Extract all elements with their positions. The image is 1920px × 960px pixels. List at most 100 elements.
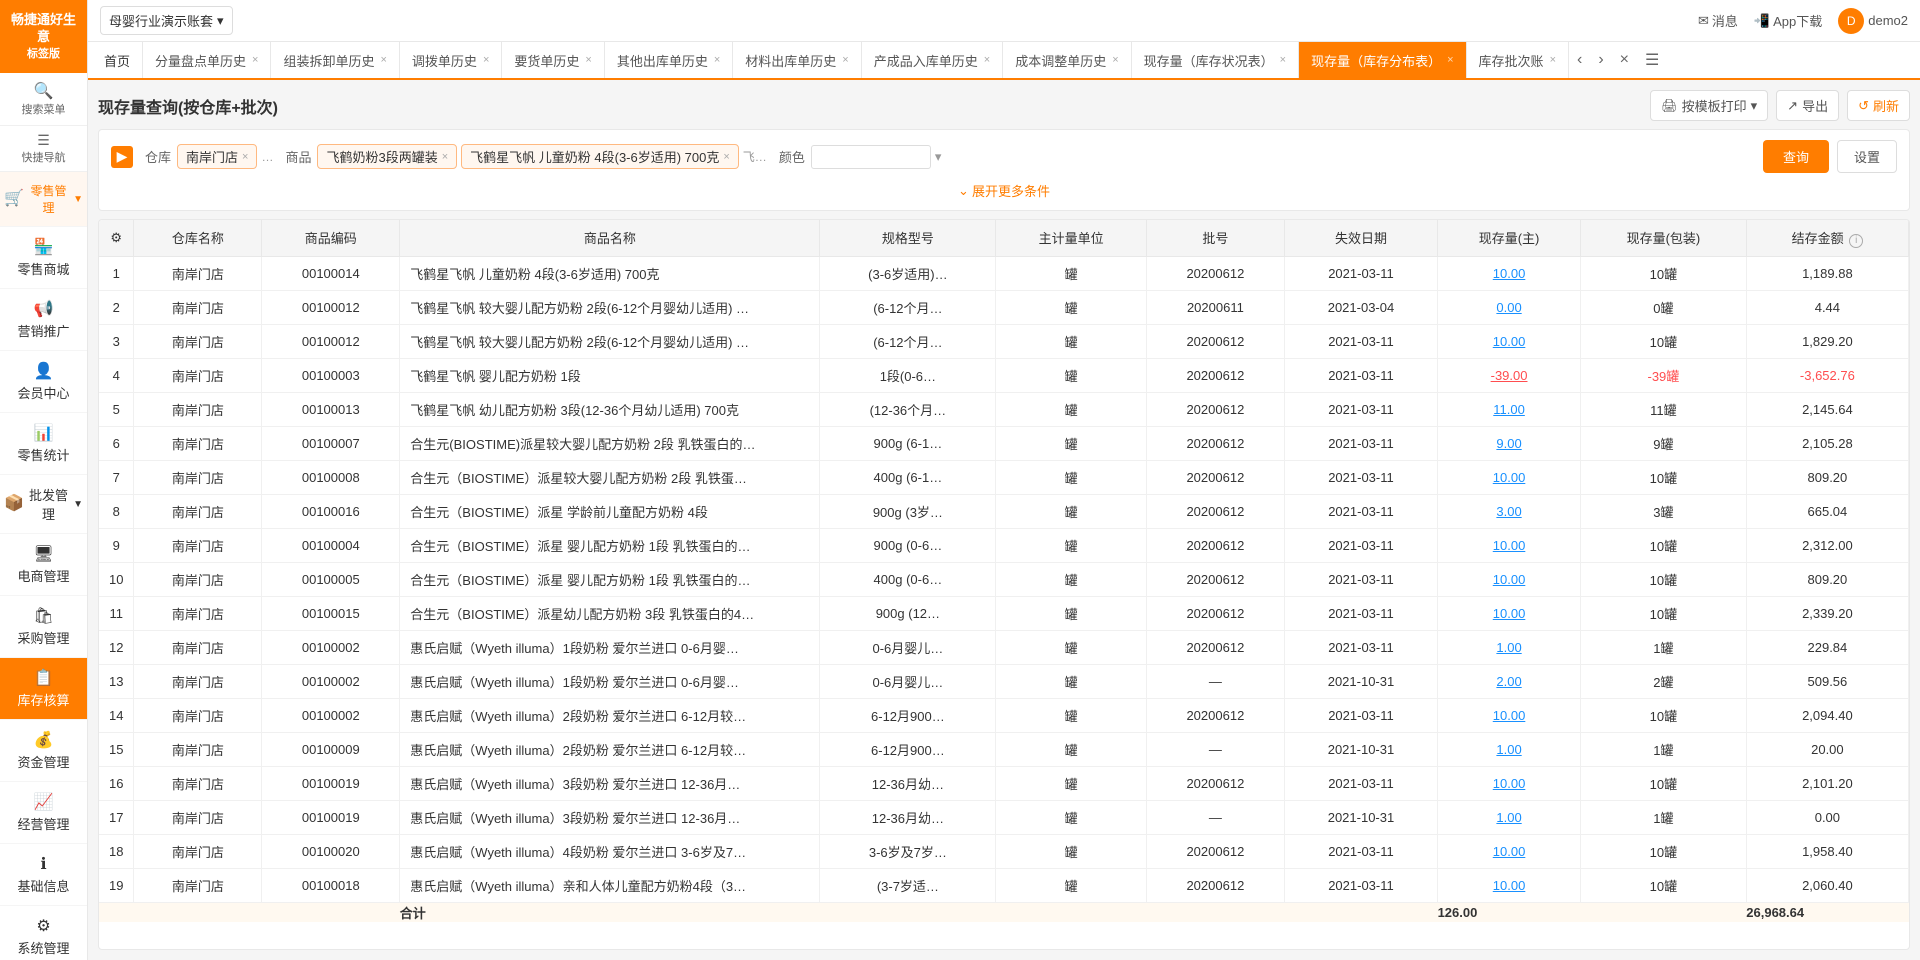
cell-qty-main[interactable]: 2.00 — [1438, 664, 1581, 698]
cell-qty-main[interactable]: 9.00 — [1438, 426, 1581, 460]
tab-split-inventory[interactable]: 分量盘点单历史 × — [143, 42, 271, 79]
tab-cost-adjust[interactable]: 成本调整单历史 × — [1003, 42, 1131, 79]
cell-qty-main[interactable]: 0.00 — [1438, 290, 1581, 324]
close-icon[interactable]: × — [585, 54, 591, 66]
cell-qty-main[interactable]: -39.00 — [1438, 358, 1581, 392]
cell-no: 17 — [99, 800, 134, 834]
cell-qty-main[interactable]: 10.00 — [1438, 256, 1581, 290]
close-icon[interactable]: × — [483, 54, 489, 66]
purchase-icon: 🛍 — [4, 606, 83, 626]
user-avatar[interactable]: D demo2 — [1838, 8, 1908, 34]
close-icon[interactable]: × — [1550, 54, 1556, 66]
sidebar-item-marketing[interactable]: 📢 营销推广 — [0, 289, 87, 351]
tab-disassemble[interactable]: 组装拆卸单历史 × — [271, 42, 399, 79]
close-icon[interactable]: × — [252, 54, 258, 66]
warehouse-tag-close[interactable]: × — [242, 151, 248, 163]
cell-spec: 400g (6-1… — [820, 460, 996, 494]
product-tag-0[interactable]: 飞鹤奶粉3段两罐装 × — [317, 144, 457, 169]
tab-batch-voucher[interactable]: 库存批次账 × — [1467, 42, 1569, 79]
cell-qty-pack: 10罐 — [1581, 766, 1747, 800]
sidebar-item-finance[interactable]: 💰 资金管理 — [0, 720, 87, 782]
tab-home[interactable]: 首页 — [92, 42, 143, 79]
sidebar-item-retail-stats[interactable]: 📊 零售统计 — [0, 413, 87, 475]
warehouse-more[interactable]: … — [261, 150, 273, 164]
tab-menu-btn[interactable]: ☰ — [1637, 46, 1667, 74]
close-icon[interactable]: × — [1112, 54, 1118, 66]
settings-btn[interactable]: 设置 — [1837, 140, 1897, 173]
cell-qty-main[interactable]: 10.00 — [1438, 698, 1581, 732]
workspace-selector[interactable]: 母婴行业演示账套 ▾ — [100, 6, 233, 35]
cell-qty-main[interactable]: 10.00 — [1438, 562, 1581, 596]
sidebar-search[interactable]: 🔍 搜索菜单 — [0, 73, 87, 126]
product-tag-1-close[interactable]: × — [723, 151, 729, 163]
refresh-btn[interactable]: ↺ 刷新 — [1847, 90, 1910, 121]
export-btn[interactable]: ↗ 导出 — [1776, 90, 1839, 121]
cell-qty-main[interactable]: 1.00 — [1438, 630, 1581, 664]
close-icon[interactable]: × — [714, 54, 720, 66]
cell-no: 1 — [99, 256, 134, 290]
query-btn[interactable]: 查询 — [1763, 140, 1829, 173]
cell-unit: 罐 — [996, 324, 1147, 358]
cell-qty-main[interactable]: 11.00 — [1438, 392, 1581, 426]
cell-qty-main[interactable]: 1.00 — [1438, 732, 1581, 766]
tab-other-out[interactable]: 其他出库单历史 × — [605, 42, 733, 79]
balance-info-icon[interactable]: i — [1849, 234, 1863, 248]
cell-qty-main[interactable]: 3.00 — [1438, 494, 1581, 528]
col-code: 商品编码 — [262, 220, 400, 256]
sidebar-item-retail-mgmt[interactable]: 🛒 零售管理 ▼ — [0, 172, 87, 227]
product-tag-1[interactable]: 飞鹤星飞帆 儿童奶粉 4段(3-6岁适用) 700克 × — [461, 144, 739, 169]
sidebar-item-basic-info[interactable]: ℹ 基础信息 — [0, 844, 87, 906]
cell-no: 18 — [99, 834, 134, 868]
table-row: 14 南岸门店 00100002 惠氏启赋（Wyeth illuma）2段奶粉 … — [99, 698, 1909, 732]
message-btn[interactable]: ✉ 消息 — [1698, 11, 1738, 30]
close-icon[interactable]: × — [1447, 54, 1453, 66]
col-unit: 主计量单位 — [996, 220, 1147, 256]
tab-prev-btn[interactable]: ‹ — [1569, 47, 1590, 73]
cell-qty-main[interactable]: 10.00 — [1438, 868, 1581, 902]
close-icon[interactable]: × — [984, 54, 990, 66]
cell-qty-main[interactable]: 10.00 — [1438, 324, 1581, 358]
close-icon[interactable]: × — [380, 54, 386, 66]
sidebar-item-retail-shop[interactable]: 🏪 零售商城 — [0, 227, 87, 289]
cell-qty-main[interactable]: 10.00 — [1438, 528, 1581, 562]
expand-more-btn[interactable]: ⌄ 展开更多条件 — [958, 181, 1050, 200]
warehouse-tag[interactable]: 南岸门店 × — [177, 144, 257, 169]
cell-qty-main[interactable]: 10.00 — [1438, 766, 1581, 800]
close-icon[interactable]: × — [842, 54, 848, 66]
app-download-btn[interactable]: 📲 App下载 — [1754, 11, 1822, 30]
cell-expire: 2021-03-11 — [1284, 834, 1437, 868]
template-print-btn[interactable]: 🖨 按模板打印 ▾ — [1650, 90, 1768, 121]
cell-batch: 20200612 — [1146, 698, 1284, 732]
cell-qty-main[interactable]: 10.00 — [1438, 596, 1581, 630]
cell-qty-main[interactable]: 1.00 — [1438, 800, 1581, 834]
sidebar-item-ecommerce[interactable]: 🖥 电商管理 — [0, 534, 87, 596]
sidebar-item-purchase[interactable]: 🛍 采购管理 — [0, 596, 87, 658]
close-icon[interactable]: × — [1280, 54, 1286, 66]
tab-adjust[interactable]: 调拨单历史 × — [400, 42, 502, 79]
color-input[interactable] — [811, 145, 931, 169]
tab-close-btn[interactable]: × — [1612, 47, 1637, 73]
sidebar-item-operations[interactable]: 📈 经营管理 — [0, 782, 87, 844]
product-tag-0-close[interactable]: × — [442, 151, 448, 163]
orange-expand-btn[interactable]: ▶ — [111, 146, 133, 168]
tab-product-in[interactable]: 产成品入库单历史 × — [862, 42, 1003, 79]
sidebar-quick-nav[interactable]: ☰ 快捷导航 — [0, 126, 87, 172]
tab-inventory-dist[interactable]: 现存量（库存分布表） × — [1299, 42, 1466, 79]
tab-inventory-status[interactable]: 现存量（库存状况表） × — [1132, 42, 1299, 79]
tab-request[interactable]: 要货单历史 × — [502, 42, 604, 79]
expand-arrow-icon: ▶ — [111, 146, 133, 168]
tab-material-out[interactable]: 材料出库单历史 × — [733, 42, 861, 79]
product-more[interactable]: 飞… — [743, 148, 767, 165]
sidebar-item-member[interactable]: 👤 会员中心 — [0, 351, 87, 413]
cell-balance: 2,312.00 — [1746, 528, 1908, 562]
cell-batch: 20200612 — [1146, 562, 1284, 596]
sidebar-item-inventory[interactable]: 📋 库存核算 — [0, 658, 87, 720]
cell-qty-main[interactable]: 10.00 — [1438, 834, 1581, 868]
col-settings[interactable]: ⚙ — [99, 220, 134, 256]
cell-expire: 2021-10-31 — [1284, 732, 1437, 766]
sidebar-item-wholesale[interactable]: 📦 批发管理 ▼ — [0, 475, 87, 534]
cell-code: 00100020 — [262, 834, 400, 868]
cell-qty-main[interactable]: 10.00 — [1438, 460, 1581, 494]
tab-next-btn[interactable]: › — [1590, 47, 1611, 73]
sidebar-item-sys-mgmt[interactable]: ⚙ 系统管理 — [0, 906, 87, 960]
